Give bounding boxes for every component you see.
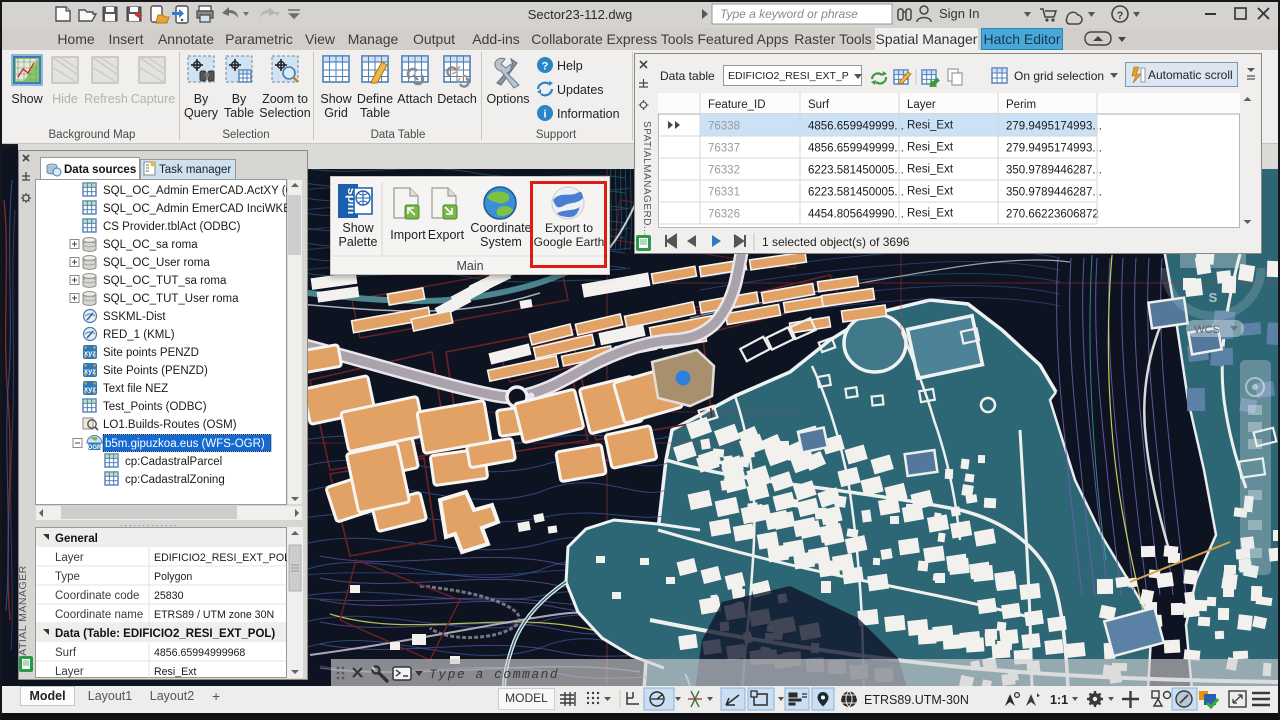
svg-text:Surf: Surf — [808, 99, 830, 111]
svg-text:Main: Main — [456, 259, 483, 273]
svg-text:Resi_Ext: Resi_Ext — [907, 208, 954, 220]
svg-text:1:1: 1:1 — [1050, 693, 1068, 707]
svg-text:Text file NEZ: Text file NEZ — [103, 383, 168, 395]
svg-text:Layer: Layer — [55, 552, 84, 564]
svg-text:SQL_OC_TUT_User roma: SQL_OC_TUT_User roma — [103, 293, 239, 305]
svg-text:279.9495174993...: 279.9495174993... — [1006, 121, 1102, 133]
svg-text:SQL_OC_User roma: SQL_OC_User roma — [103, 257, 210, 269]
svg-text:Resi_Ext: Resi_Ext — [907, 120, 954, 132]
svg-text:Data (Table: EDIFICIO2_RESI_EX: Data (Table: EDIFICIO2_RESI_EXT_POL) — [55, 628, 275, 640]
svg-text:1 selected object(s) of 3696: 1 selected object(s) of 3696 — [762, 235, 910, 249]
svg-text:Resi_Ext: Resi_Ext — [154, 666, 196, 678]
svg-text:279.9495174993...: 279.9495174993... — [1006, 143, 1102, 155]
svg-text:SQL_OC_sa roma: SQL_OC_sa roma — [103, 239, 198, 251]
svg-text:4454.805649990...: 4454.805649990... — [808, 209, 904, 221]
svg-text:76331: 76331 — [708, 187, 740, 199]
svg-text:Coordinate code: Coordinate code — [55, 590, 139, 602]
svg-text:Resi_Ext: Resi_Ext — [907, 164, 954, 176]
svg-text:SPATIAL MANAGER: SPATIAL MANAGER — [18, 565, 29, 670]
svg-text:OGR: OGR — [88, 445, 102, 451]
svg-text:Perim: Perim — [1006, 99, 1036, 111]
svg-text:cp:CadastralParcel: cp:CadastralParcel — [125, 456, 222, 468]
svg-text:4856.65994999968: 4856.65994999968 — [154, 647, 245, 659]
svg-text:SPATIALMANAGERD...: SPATIALMANAGERD... — [641, 121, 652, 236]
svg-text:ETRS89 / UTM zone 30N: ETRS89 / UTM zone 30N — [154, 609, 274, 621]
svg-text:4856.659949999...: 4856.659949999... — [808, 121, 904, 133]
svg-text:S: S — [1209, 290, 1218, 305]
svg-text:Polygon: Polygon — [154, 571, 192, 583]
svg-text:WCS: WCS — [1194, 324, 1220, 336]
svg-text:Feature_ID: Feature_ID — [708, 99, 766, 111]
svg-text:ETRS89.UTM-30N: ETRS89.UTM-30N — [864, 693, 969, 707]
svg-text:RED_1 (KML): RED_1 (KML) — [103, 329, 175, 341]
svg-text:6223.581450005...: 6223.581450005... — [808, 187, 904, 199]
svg-text:Task manager: Task manager — [159, 164, 231, 176]
svg-text:76338: 76338 — [708, 121, 740, 133]
svg-text:76337: 76337 — [708, 143, 740, 155]
svg-text:Site points PENZD: Site points PENZD — [103, 347, 199, 359]
svg-text:EDIFICIO2_RESI_EXT_POL: EDIFICIO2_RESI_EXT_POL — [154, 552, 287, 564]
svg-text:4856.659949999...: 4856.659949999... — [808, 143, 904, 155]
svg-text:Data sources: Data sources — [64, 164, 136, 176]
svg-text:LO1.Builds-Routes (OSM): LO1.Builds-Routes (OSM) — [103, 419, 237, 431]
svg-text:SSKML-Dist: SSKML-Dist — [103, 311, 166, 323]
svg-text:Layer: Layer — [55, 666, 84, 678]
svg-text:350.9789446287...: 350.9789446287... — [1006, 187, 1102, 199]
svg-text:Coordinate name: Coordinate name — [55, 609, 143, 621]
svg-text:Layer: Layer — [907, 99, 936, 111]
svg-text:Surf: Surf — [55, 647, 77, 659]
svg-text:Resi_Ext: Resi_Ext — [907, 186, 954, 198]
svg-text:Type a command: Type a command — [429, 667, 559, 682]
svg-text:350.9789446287...: 350.9789446287... — [1006, 165, 1102, 177]
svg-text:Type: Type — [55, 571, 80, 583]
svg-text:76326: 76326 — [708, 209, 740, 221]
svg-text:76332: 76332 — [708, 165, 740, 177]
svg-text:cp:CadastralZoning: cp:CadastralZoning — [125, 474, 225, 486]
svg-text:Resi_Ext: Resi_Ext — [907, 142, 954, 154]
svg-text:SQL_OC_Admin EmerCAD.ActXY (O: SQL_OC_Admin EmerCAD.ActXY (O — [103, 185, 287, 197]
svg-text:On grid selection: On grid selection — [1014, 69, 1104, 83]
svg-text:25830: 25830 — [154, 590, 184, 602]
svg-text:SQL_OC_Admin EmerCAD InciWKB: SQL_OC_Admin EmerCAD InciWKB — [103, 203, 287, 215]
svg-text:Site Points (PENZD): Site Points (PENZD) — [103, 365, 208, 377]
svg-text:b5m.gipuzkoa.eus (WFS-OGR): b5m.gipuzkoa.eus (WFS-OGR) — [105, 438, 265, 450]
svg-text:SQL_OC_TUT_sa roma: SQL_OC_TUT_sa roma — [103, 275, 227, 287]
svg-text:270.66223606872: 270.66223606872 — [1006, 209, 1099, 221]
svg-text:6223.581450005...: 6223.581450005... — [808, 165, 904, 177]
svg-text:CS Provider.tblAct (ODBC): CS Provider.tblAct (ODBC) — [103, 221, 241, 233]
svg-text:General: General — [55, 533, 98, 545]
svg-text:Test_Points (ODBC): Test_Points (ODBC) — [103, 401, 207, 413]
